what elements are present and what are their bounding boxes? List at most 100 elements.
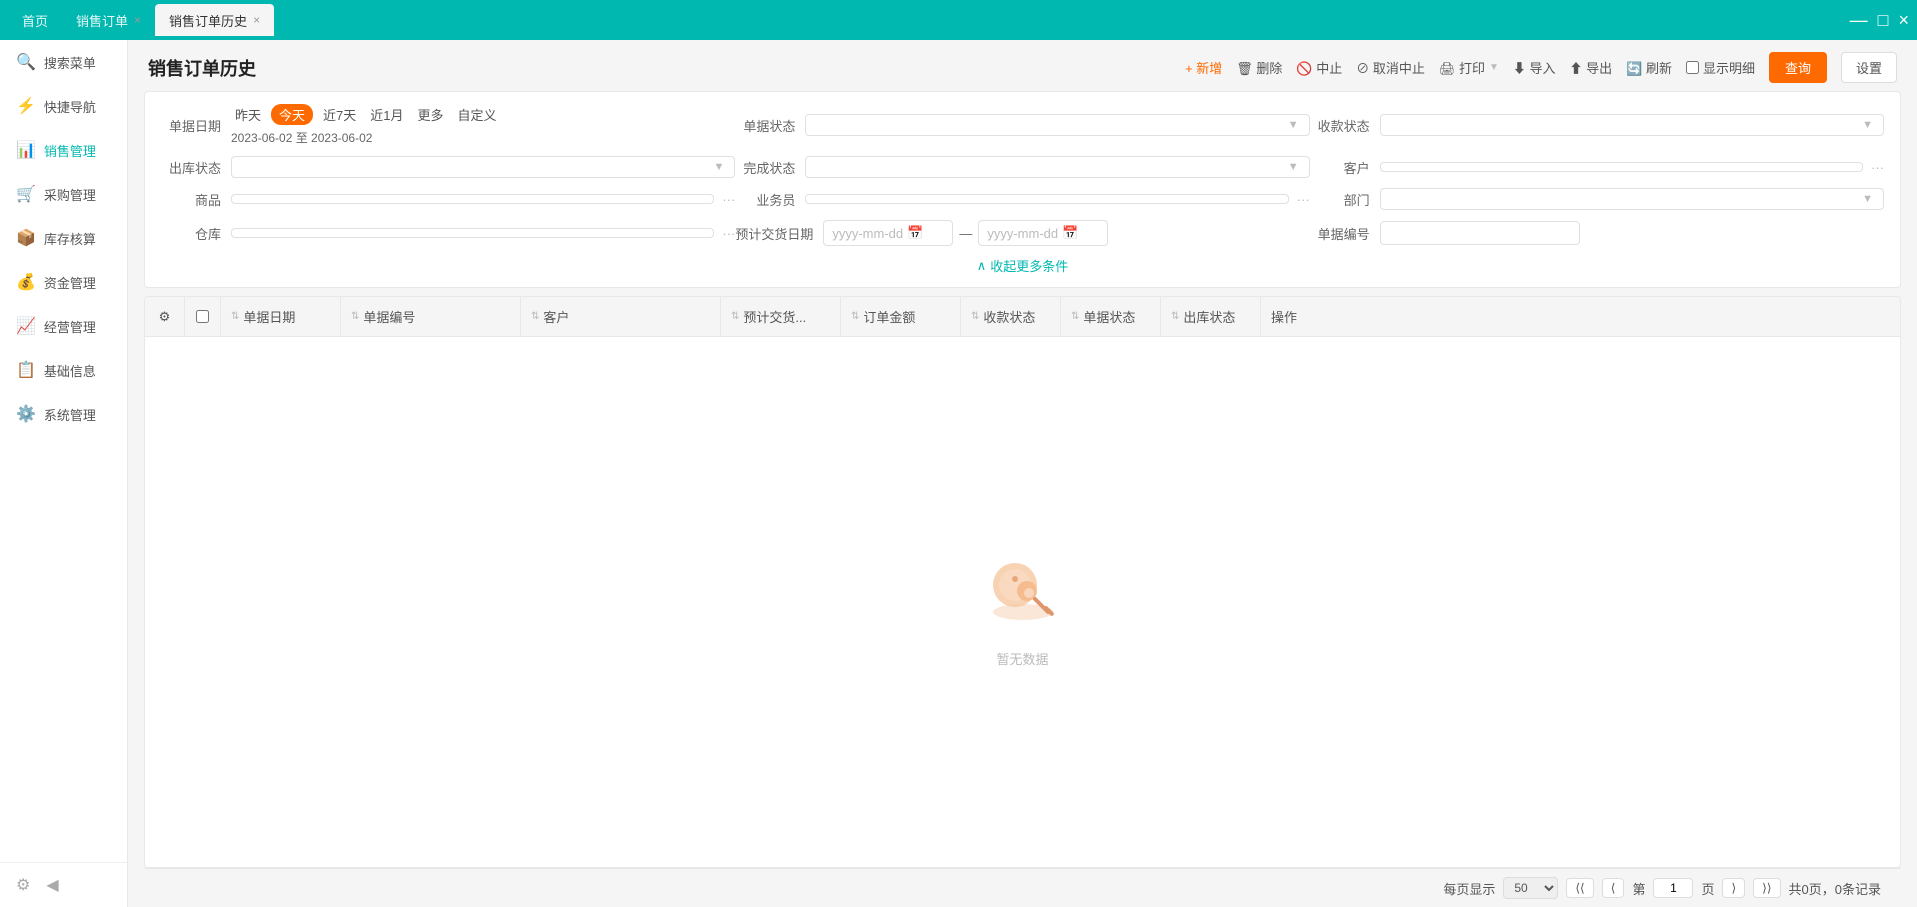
table-area: ⚙ ⇅ 单据日期 ⇅ 单据编号 ⇅ 客户 ⇅ <box>144 296 1901 868</box>
page-jump-label: 第 <box>1632 879 1645 898</box>
goods-select[interactable] <box>231 194 714 204</box>
maximize-button[interactable]: □ <box>1878 10 1889 31</box>
sidebar-item-sales-mgmt[interactable]: 📊 销售管理 <box>0 128 127 172</box>
sidebar-item-quick-nav[interactable]: ⚡ 快捷导航 <box>0 84 127 128</box>
shortcut-custom[interactable]: 自定义 <box>454 104 501 125</box>
select-all-checkbox[interactable] <box>196 310 209 323</box>
sales-mgmt-icon: 📊 <box>16 140 36 160</box>
tab-sales-order[interactable]: 销售订单 × <box>62 4 155 36</box>
prev-page-button[interactable]: ⟨ <box>1602 878 1625 898</box>
complete-status-select[interactable]: ▼ <box>805 156 1309 178</box>
customer-more-icon[interactable]: ··· <box>1871 160 1884 175</box>
warehouse-more-icon[interactable]: ··· <box>722 226 735 241</box>
th-number[interactable]: ⇅ 单据编号 <box>341 297 521 336</box>
tab-sales-order-history[interactable]: 销售订单历史 × <box>155 4 274 36</box>
delete-button[interactable]: 🗑 删除 <box>1236 58 1282 77</box>
shortcut-today[interactable]: 今天 <box>271 104 313 125</box>
sidebar-item-search-menu-label: 搜索菜单 <box>44 53 96 72</box>
shortcut-yesterday[interactable]: 昨天 <box>231 104 265 125</box>
salesperson-more-icon[interactable]: ··· <box>1297 192 1310 207</box>
tab-sales-order-history-close[interactable]: × <box>253 13 260 27</box>
filter-col-date: 单据日期 昨天 今天 近7天 近1月 更多 自定义 2023-06-02 至 2… <box>161 104 735 146</box>
refresh-button[interactable]: 🔄 刷新 <box>1626 58 1672 77</box>
system-mgmt-icon: ⚙️ <box>16 404 36 424</box>
delivery-date-start-input[interactable]: yyyy-mm-dd 📅 <box>823 220 953 246</box>
stop-button[interactable]: 🚫 中止 <box>1296 58 1342 77</box>
shortcut-more[interactable]: 更多 <box>414 104 448 125</box>
sidebar-item-system-mgmt[interactable]: ⚙️ 系统管理 <box>0 392 127 436</box>
import-button[interactable]: ⬇ 导入 <box>1513 58 1556 77</box>
capital-mgmt-icon: 💰 <box>16 272 36 292</box>
th-date[interactable]: ⇅ 单据日期 <box>221 297 341 336</box>
sidebar-item-operations-mgmt[interactable]: 📈 经营管理 <box>0 304 127 348</box>
sidebar-item-search-menu[interactable]: 🔍 搜索菜单 <box>0 40 127 84</box>
print-dropdown-icon[interactable]: ▼ <box>1489 62 1499 73</box>
sidebar-item-inventory-calc[interactable]: 📦 库存核算 <box>0 216 127 260</box>
tab-sales-order-close[interactable]: × <box>134 13 141 27</box>
filter-col-salesperson: 业务员 ··· <box>735 190 1309 209</box>
query-button[interactable]: 查询 <box>1769 52 1827 83</box>
dept-select[interactable]: ▼ <box>1380 188 1884 210</box>
warehouse-select[interactable] <box>231 228 714 238</box>
th-doc-status[interactable]: ⇅ 单据状态 <box>1061 297 1161 336</box>
print-button[interactable]: 🖨 打印 ▼ <box>1439 58 1499 77</box>
delivery-date-end-input[interactable]: yyyy-mm-dd 📅 <box>978 220 1108 246</box>
goods-more-icon[interactable]: ··· <box>722 192 735 207</box>
page-unit-label: 页 <box>1701 879 1714 898</box>
sidebar-item-inventory-calc-label: 库存核算 <box>44 229 96 248</box>
setting-button[interactable]: 设置 <box>1841 52 1897 83</box>
th-out-status[interactable]: ⇅ 出库状态 <box>1161 297 1261 336</box>
doc-status-select[interactable]: ▼ <box>805 114 1309 136</box>
filter-col-customer: 客户 ··· <box>1310 158 1884 177</box>
th-customer[interactable]: ⇅ 客户 <box>521 297 721 336</box>
pay-status-arrow-icon: ▼ <box>1862 119 1873 131</box>
sidebar-item-purchase-mgmt[interactable]: 🛒 采购管理 <box>0 172 127 216</box>
doc-status-arrow-icon: ▼ <box>1288 119 1299 131</box>
th-check[interactable] <box>185 297 221 336</box>
show-detail-input[interactable] <box>1686 61 1699 74</box>
sidebar-item-capital-mgmt[interactable]: 💰 资金管理 <box>0 260 127 304</box>
collapse-label: 收起更多条件 <box>990 256 1068 275</box>
window-close-button[interactable]: × <box>1898 10 1909 31</box>
pay-status-select[interactable]: ▼ <box>1380 114 1884 136</box>
collapse-row[interactable]: ∧ 收起更多条件 <box>161 256 1884 275</box>
sidebar-settings-icon[interactable]: ⚙ <box>16 875 30 895</box>
add-button[interactable]: + 新增 <box>1185 58 1222 77</box>
th-amount[interactable]: ⇅ 订单金额 <box>841 297 961 336</box>
shortcut-1month[interactable]: 近1月 <box>366 104 407 125</box>
salesperson-select[interactable] <box>805 194 1288 204</box>
collapse-up-icon: ∧ <box>977 258 987 274</box>
first-page-button[interactable]: ⟨⟨ <box>1566 878 1593 898</box>
page-size-select[interactable]: 50 10 20 100 <box>1503 877 1558 899</box>
search-menu-icon: 🔍 <box>16 52 36 72</box>
basic-info-icon: 📋 <box>16 360 36 380</box>
th-gear[interactable]: ⚙ <box>145 297 185 336</box>
minimize-button[interactable]: — <box>1850 10 1868 31</box>
out-status-select[interactable]: ▼ <box>231 156 735 178</box>
cancel-stop-button[interactable]: ⊘ 取消中止 <box>1356 58 1425 77</box>
dept-label: 部门 <box>1310 190 1380 209</box>
page-number-input[interactable] <box>1653 878 1693 898</box>
date-separator: — <box>959 226 972 241</box>
sidebar-collapse-icon[interactable]: ◀ <box>46 875 58 895</box>
next-page-button[interactable]: ⟩ <box>1722 878 1745 898</box>
filter-row-1: 单据日期 昨天 今天 近7天 近1月 更多 自定义 2023-06-02 至 2… <box>161 104 1884 146</box>
doc-number-input[interactable] <box>1380 221 1580 245</box>
show-detail-checkbox[interactable]: 显示明细 <box>1686 58 1755 77</box>
last-page-button[interactable]: ⟩⟩ <box>1753 878 1780 898</box>
th-delivery[interactable]: ⇅ 预计交货... <box>721 297 841 336</box>
toolbar: + 新增 🗑 删除 🚫 中止 ⊘ 取消中止 🖨 打印 ▼ ⬇ 导入 <box>1185 52 1897 83</box>
tab-home[interactable]: 首页 <box>8 4 62 36</box>
th-pay-status[interactable]: ⇅ 收款状态 <box>961 297 1061 336</box>
calendar-start-icon: 📅 <box>907 225 923 241</box>
total-text: 共0页，0条记录 <box>1789 879 1881 898</box>
content-area: 销售订单历史 + 新增 🗑 删除 🚫 中止 ⊘ 取消中止 🖨 打印 ▼ <box>128 40 1917 907</box>
sort-customer-icon: ⇅ <box>531 311 539 322</box>
export-button[interactable]: ⬆ 导出 <box>1570 58 1613 77</box>
empty-text: 暂无数据 <box>996 649 1048 668</box>
out-status-label: 出库状态 <box>161 158 231 177</box>
sidebar-item-basic-info[interactable]: 📋 基础信息 <box>0 348 127 392</box>
sidebar-item-system-mgmt-label: 系统管理 <box>44 405 96 424</box>
shortcut-7days[interactable]: 近7天 <box>319 104 360 125</box>
customer-select[interactable] <box>1380 162 1863 172</box>
